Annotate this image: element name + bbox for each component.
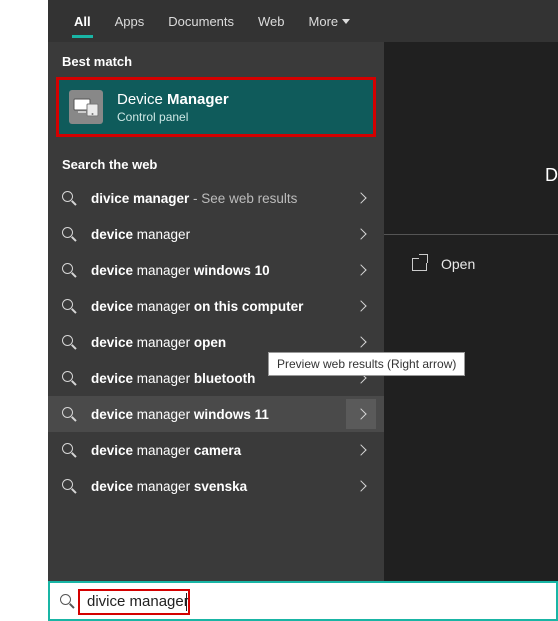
open-icon [412, 258, 427, 271]
chevron-right-icon [355, 408, 366, 419]
window-left-margin [0, 0, 48, 621]
best-match-result[interactable]: Device Manager Control panel [56, 77, 376, 137]
web-result-label: device manager open [91, 335, 332, 350]
tab-apps[interactable]: Apps [103, 0, 157, 42]
search-icon [62, 371, 77, 386]
chevron-right-icon [355, 264, 366, 275]
web-result-row[interactable]: divice manager - See web results [48, 180, 384, 216]
expand-button[interactable] [346, 219, 376, 249]
tab-documents[interactable]: Documents [156, 0, 246, 42]
detail-pane: D Open [384, 42, 558, 581]
preview-tooltip: Preview web results (Right arrow) [268, 352, 465, 376]
web-result-row[interactable]: device manager [48, 216, 384, 252]
filter-tabs: All Apps Documents Web More [48, 0, 558, 42]
tab-more[interactable]: More [297, 0, 363, 42]
text-caret [186, 593, 187, 611]
search-input[interactable] [87, 593, 546, 610]
expand-button[interactable] [346, 399, 376, 429]
search-icon [60, 594, 75, 609]
open-label: Open [441, 256, 475, 272]
search-icon [62, 407, 77, 422]
chevron-right-icon [355, 480, 366, 491]
web-result-label: device manager windows 11 [91, 407, 332, 422]
results-column: Best match Device Manager Control panel … [48, 42, 384, 581]
chevron-right-icon [355, 336, 366, 347]
chevron-right-icon [355, 192, 366, 203]
device-manager-icon [69, 90, 103, 124]
web-result-label: device manager [91, 227, 332, 242]
detail-separator [384, 234, 558, 235]
detail-title-cut: D [545, 165, 558, 186]
web-result-label: device manager camera [91, 443, 332, 458]
title-bold: Manager [167, 91, 229, 108]
web-result-row[interactable]: device manager camera [48, 432, 384, 468]
search-icon [62, 443, 77, 458]
best-match-subtitle: Control panel [117, 110, 229, 124]
web-results-list: divice manager - See web results device m… [48, 180, 384, 504]
chevron-right-icon [355, 300, 366, 311]
best-match-title: Device Manager [117, 91, 229, 108]
web-result-row[interactable]: device manager windows 10 [48, 252, 384, 288]
web-result-label: device manager svenska [91, 479, 332, 494]
title-prefix: Device [117, 91, 167, 108]
search-web-heading: Search the web [48, 145, 384, 180]
web-result-row[interactable]: device manager on this computer [48, 288, 384, 324]
expand-button[interactable] [346, 183, 376, 213]
search-panel: All Apps Documents Web More Best match D… [48, 0, 558, 581]
expand-button[interactable] [346, 471, 376, 501]
chevron-right-icon [355, 444, 366, 455]
web-result-label: device manager windows 10 [91, 263, 332, 278]
search-icon [62, 263, 77, 278]
search-icon [62, 299, 77, 314]
best-match-text: Device Manager Control panel [117, 91, 229, 124]
search-bar[interactable] [48, 581, 558, 621]
web-result-row[interactable]: device manager windows 11 [48, 396, 384, 432]
web-result-label: device manager on this computer [91, 299, 332, 314]
tab-all[interactable]: All [62, 0, 103, 42]
search-icon [62, 479, 77, 494]
tab-web[interactable]: Web [246, 0, 297, 42]
web-result-row[interactable]: device manager svenska [48, 468, 384, 504]
best-match-heading: Best match [48, 42, 384, 77]
search-icon [62, 191, 77, 206]
tab-more-label: More [309, 14, 339, 29]
search-icon [62, 335, 77, 350]
expand-button[interactable] [346, 291, 376, 321]
web-result-label: divice manager - See web results [91, 191, 332, 206]
expand-button[interactable] [346, 255, 376, 285]
caret-down-icon [342, 19, 350, 24]
open-action[interactable]: Open [412, 256, 475, 272]
expand-button[interactable] [346, 435, 376, 465]
chevron-right-icon [355, 228, 366, 239]
search-icon [62, 227, 77, 242]
